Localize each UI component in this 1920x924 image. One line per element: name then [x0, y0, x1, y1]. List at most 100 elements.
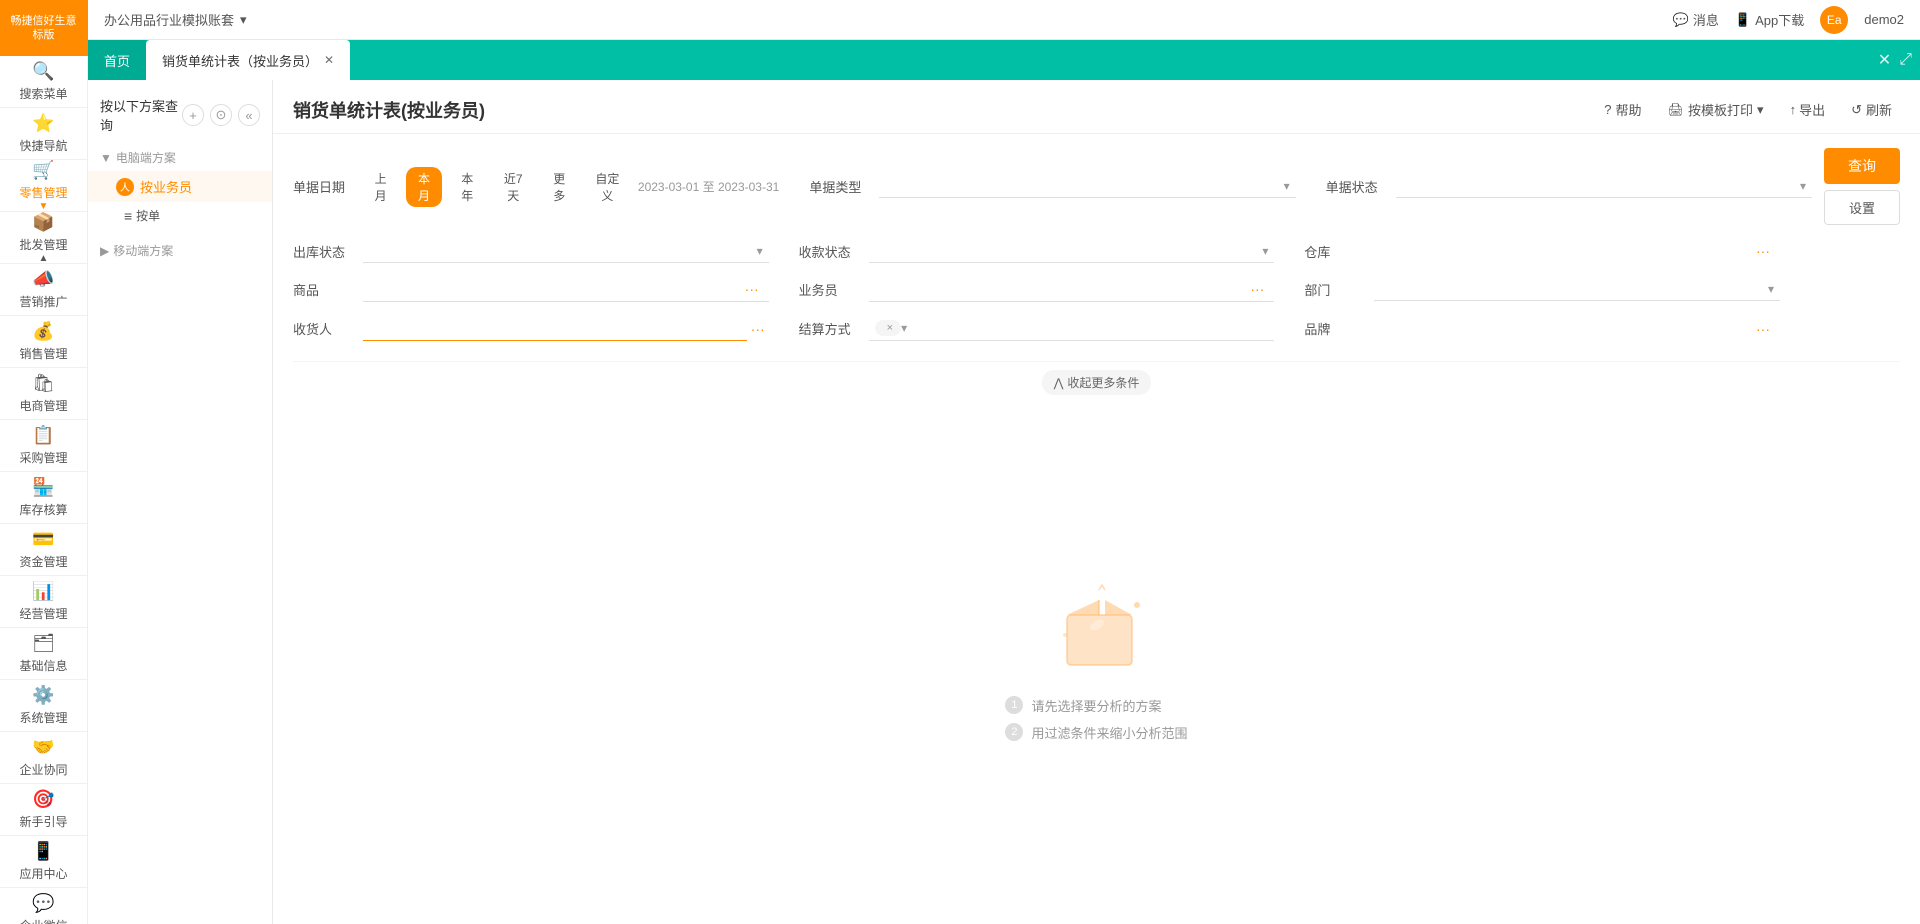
- product-select[interactable]: ···: [363, 277, 769, 302]
- filter-row-3: 商品 ··· 业务员 ··· 部门: [293, 277, 1900, 302]
- product-label: 商品: [293, 280, 363, 299]
- sidebar-item-system[interactable]: ⚙️ 系统管理: [0, 680, 87, 732]
- doctype-label: 单据类型: [809, 177, 879, 196]
- date-btn-7days[interactable]: 近7天: [493, 167, 534, 207]
- date-btn-more[interactable]: 更多: [542, 167, 577, 207]
- export-button[interactable]: ↑ 导出: [1782, 96, 1834, 123]
- tab-sales-stat[interactable]: 销货单统计表（按业务员） ✕: [146, 40, 350, 80]
- sidebar-item-search[interactable]: 🔍 搜索菜单: [0, 56, 87, 108]
- sidebar-logo: 畅捷信好生意 标版: [0, 0, 88, 56]
- print-button[interactable]: 🖨 按模板打印 ▾: [1660, 96, 1772, 123]
- desktop-arrow-icon[interactable]: ▼: [100, 151, 112, 165]
- app-download-button[interactable]: 📱 App下载: [1735, 10, 1804, 29]
- salesperson-select[interactable]: ···: [869, 277, 1275, 302]
- sidebar-item-operations[interactable]: 📊 经营管理: [0, 576, 87, 628]
- add-scheme-button[interactable]: +: [182, 104, 204, 126]
- refresh-button[interactable]: ↺ 刷新: [1843, 96, 1900, 123]
- tab-expand-icon[interactable]: ⤢: [1899, 51, 1912, 69]
- filter-row-1: 单据日期 上月 本月 本年 近7天 更多 自定义 2023-03-01 至 20…: [293, 148, 1900, 225]
- department-label: 部门: [1304, 280, 1374, 299]
- salesperson-dots-icon[interactable]: ···: [1246, 281, 1268, 297]
- sidebar-item-ecommerce[interactable]: 🛍 电商管理: [0, 368, 87, 420]
- filter-payment-field: 收款状态 ▾: [799, 240, 1275, 263]
- department-select[interactable]: ▾: [1374, 278, 1780, 301]
- product-dots-icon[interactable]: ···: [741, 281, 763, 297]
- outbound-label: 出库状态: [293, 242, 363, 261]
- receiver-dots-icon[interactable]: ···: [747, 321, 769, 337]
- docstatus-select[interactable]: ▾: [1396, 175, 1812, 198]
- sidebar-item-sales[interactable]: 💰 销售管理: [0, 316, 87, 368]
- collapse-row: ⋀ 收起更多条件: [293, 361, 1900, 403]
- help-button[interactable]: ? 帮助: [1596, 96, 1649, 123]
- collapse-icon: ⋀: [1054, 376, 1064, 390]
- sub-item-by-list[interactable]: ≡ 按单: [88, 202, 272, 229]
- breadcrumb-dropdown-icon[interactable]: ▾: [240, 12, 247, 28]
- scheme-icon: 人: [116, 178, 134, 196]
- date-btn-this-year[interactable]: 本年: [450, 167, 485, 207]
- date-range-display: 2023-03-01 至 2023-03-31: [638, 178, 779, 195]
- sidebar-item-marketing[interactable]: 📣 营销推广: [0, 264, 87, 316]
- sidebar-item-purchase[interactable]: 📋 采购管理: [0, 420, 87, 472]
- filter-product-field: 商品 ···: [293, 277, 769, 302]
- tab-close-icon[interactable]: ✕: [324, 53, 334, 67]
- sidebar-item-corpwechat[interactable]: 💬 企业微信: [0, 888, 87, 924]
- docstatus-dropdown-icon: ▾: [1800, 179, 1806, 193]
- add-icon: +: [189, 108, 197, 123]
- sidebar-item-retail[interactable]: 🛒 零售管理 ▼: [0, 160, 87, 212]
- avatar[interactable]: Ea: [1820, 6, 1848, 34]
- tab-close-all-icon[interactable]: ✕: [1878, 50, 1891, 70]
- left-panel-header: 按以下方案查询 + ⊙ «: [88, 90, 272, 140]
- sidebar-item-sales-label: 销售管理: [19, 345, 67, 362]
- message-button[interactable]: 💬 消息: [1673, 10, 1719, 29]
- filter-brand-field: 品牌 ···: [1304, 317, 1780, 341]
- left-panel-header-actions: + ⊙ «: [182, 104, 260, 126]
- scheme-item-by-salesperson[interactable]: 人 按业务员: [88, 171, 272, 202]
- sidebar-item-basic[interactable]: 🗂 基础信息: [0, 628, 87, 680]
- settlement-clear-button[interactable]: ×: [887, 322, 893, 334]
- tab-home[interactable]: 首页: [88, 40, 146, 80]
- sidebar-item-wholesale[interactable]: 📦 批发管理 ▲: [0, 212, 87, 264]
- query-button[interactable]: 查询: [1824, 148, 1900, 184]
- doctype-select[interactable]: ▾: [879, 175, 1295, 198]
- settings-button[interactable]: 设置: [1824, 190, 1900, 225]
- filter-warehouse-field: 仓库 ···: [1304, 239, 1780, 263]
- date-btn-custom[interactable]: 自定义: [585, 167, 630, 207]
- tip-text-1: 请先选择要分析的方案: [1031, 696, 1161, 715]
- sidebar-item-shortcut[interactable]: ⭐ 快捷导航: [0, 108, 87, 160]
- tip-num-1: 1: [1005, 696, 1023, 714]
- date-btn-last-month[interactable]: 上月: [363, 167, 398, 207]
- warehouse-select[interactable]: ···: [1374, 239, 1780, 263]
- collapse-button[interactable]: ⋀ 收起更多条件: [1042, 370, 1152, 395]
- date-btn-this-month[interactable]: 本月: [406, 167, 441, 207]
- print-dropdown-icon[interactable]: ▾: [1757, 102, 1764, 118]
- sidebar-item-finance[interactable]: 💳 资金管理: [0, 524, 87, 576]
- sidebar-item-enterprise[interactable]: 🤝 企业协同: [0, 732, 87, 784]
- chevron-down-icon: ▼: [39, 201, 49, 212]
- desktop-scheme-section: ▼ 电脑端方案 人 按业务员 ≡ 按单: [88, 140, 272, 233]
- shortcut-icon: ⭐: [32, 113, 54, 134]
- empty-tip-2: 2 用过滤条件来缩小分析范围: [1005, 723, 1187, 742]
- inventory-icon: 🏪: [32, 477, 54, 498]
- sidebar-item-corpwechat-label: 企业微信: [19, 917, 67, 924]
- sidebar-item-inventory[interactable]: 🏪 库存核算: [0, 472, 87, 524]
- collapse-label: 收起更多条件: [1067, 374, 1139, 391]
- edit-scheme-button[interactable]: ⊙: [210, 104, 232, 126]
- collapse-panel-button[interactable]: «: [238, 104, 260, 126]
- settlement-select[interactable]: × ▾: [869, 316, 1275, 341]
- payment-select[interactable]: ▾: [869, 240, 1275, 263]
- sidebar-item-appstore[interactable]: 📱 应用中心: [0, 836, 87, 888]
- help-icon: ?: [1604, 102, 1611, 117]
- receiver-input[interactable]: [363, 317, 747, 341]
- brand-dots-icon[interactable]: ···: [1752, 321, 1774, 337]
- outbound-select[interactable]: ▾: [363, 240, 769, 263]
- export-icon: ↑: [1790, 102, 1797, 117]
- app-subtitle: 标版: [33, 28, 55, 42]
- warehouse-dots-icon[interactable]: ···: [1752, 243, 1774, 259]
- mobile-arrow-icon[interactable]: ▶: [100, 244, 109, 258]
- corpwechat-icon: 💬: [32, 893, 54, 914]
- brand-select[interactable]: ···: [1374, 317, 1780, 341]
- edit-icon: ⊙: [216, 107, 227, 123]
- operations-icon: 📊: [32, 581, 54, 602]
- sidebar-item-newbie[interactable]: 🎯 新手引导: [0, 784, 87, 836]
- mobile-scheme-section: ▶ 移动端方案: [88, 233, 272, 268]
